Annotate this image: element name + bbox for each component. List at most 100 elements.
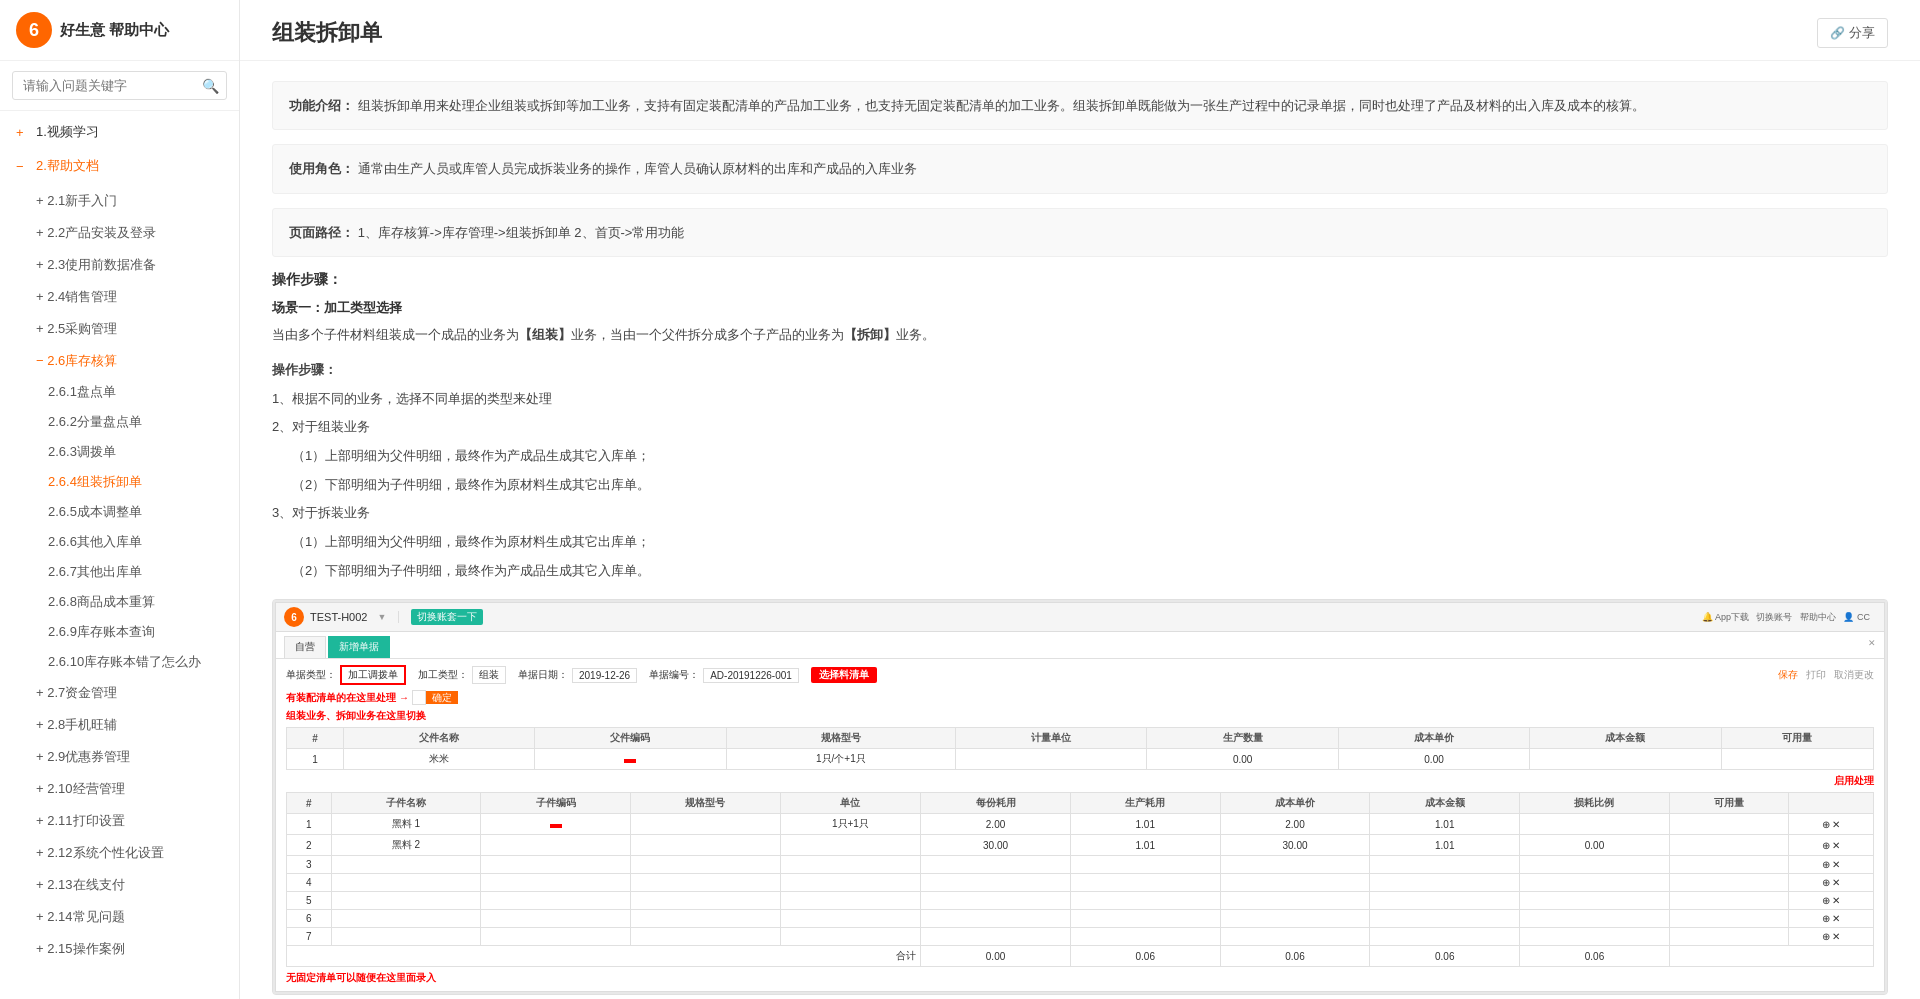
app-close-icon[interactable]: ✕ bbox=[1868, 632, 1876, 658]
nav-label: 2.5采购管理 bbox=[47, 321, 117, 336]
sidebar-sub-inventory: 2.6.1盘点单 2.6.2分量盘点单 2.6.3调拨单 2.6.4组装拆卸单 … bbox=[0, 377, 239, 677]
nav-section: + 1.视频学习 − 2.帮助文档 + 2.1新手入门 + 2.2产品安装及登录… bbox=[0, 111, 239, 971]
plus-icon: + bbox=[36, 321, 47, 336]
sidebar-item-sysconfig[interactable]: + 2.12系统个性化设置 bbox=[0, 837, 239, 869]
cancel-btn[interactable]: 取消更改 bbox=[1834, 668, 1874, 682]
print-btn[interactable]: 打印 bbox=[1806, 668, 1826, 682]
role-block: 使用角色： 通常由生产人员或库管人员完成拆装业务的操作，库管人员确认原材料的出库… bbox=[272, 144, 1888, 193]
nav-label: 2.9优惠券管理 bbox=[47, 749, 130, 764]
annotation-label-1: 有装配清单的在这里处理 bbox=[286, 692, 396, 703]
sidebar-item-stocktake[interactable]: 2.6.1盘点单 bbox=[0, 377, 239, 407]
col-seq: # bbox=[287, 728, 344, 749]
step3: 3、对于拆装业务 bbox=[272, 501, 1888, 526]
feature-intro-block: 功能介绍： 组装拆卸单用来处理企业组装或拆卸等加工业务，支持有固定装配清单的产品… bbox=[272, 81, 1888, 130]
sidebar-item-faq[interactable]: + 2.14常见问题 bbox=[0, 901, 239, 933]
billno-value: AD-20191226-001 bbox=[703, 668, 799, 683]
steps-list: 操作步骤： 1、根据不同的业务，选择不同单据的类型来处理 2、对于组装业务 （1… bbox=[272, 358, 1888, 584]
role-text: 通常由生产人员或库管人员完成拆装业务的操作，库管人员确认原材料的出库和产成品的入… bbox=[358, 161, 917, 176]
select-bom-badge[interactable]: 选择料清单 bbox=[811, 667, 877, 683]
sidebar-item-partial-stocktake[interactable]: 2.6.2分量盘点单 bbox=[0, 407, 239, 437]
date-value: 2019-12-26 bbox=[572, 668, 637, 683]
table-row: 2 黑料 2 30.00 1.01 30.00 1.01 0.00 bbox=[287, 835, 1874, 856]
path-label: 页面路径： bbox=[289, 225, 354, 240]
sidebar-item-docs[interactable]: − 2.帮助文档 bbox=[0, 149, 239, 183]
save-btn[interactable]: 保存 bbox=[1778, 668, 1798, 682]
app-nav-home[interactable]: 自营 bbox=[284, 636, 326, 658]
sidebar-item-cost-recalc[interactable]: 2.6.8商品成本重算 bbox=[0, 587, 239, 617]
sidebar-item-video[interactable]: + 1.视频学习 bbox=[0, 115, 239, 149]
sidebar-item-label: 2.帮助文档 bbox=[36, 157, 99, 175]
step2: 2、对于组装业务 bbox=[272, 415, 1888, 440]
sidebar-item-mobile[interactable]: + 2.8手机旺辅 bbox=[0, 709, 239, 741]
step2-sub1: （1）上部明细为父件明细，最终作为产成品生成其它入库单； bbox=[272, 444, 1888, 469]
sidebar-item-transfer[interactable]: 2.6.3调拨单 bbox=[0, 437, 239, 467]
plus-icon: + bbox=[36, 289, 47, 304]
app-table-parent: # 父件名称 父件编码 规格型号 计量单位 生产数量 成本单价 成本金额 可用量 bbox=[286, 727, 1874, 770]
share-icon: 🔗 bbox=[1830, 26, 1845, 40]
minus-icon: − bbox=[16, 159, 30, 174]
annotation-row1: 有装配清单的在这里处理 → 确定 bbox=[286, 691, 1874, 705]
search-icon[interactable]: 🔍 bbox=[202, 78, 219, 94]
nav-label: 2.7资金管理 bbox=[47, 685, 117, 700]
sidebar-item-other-in[interactable]: 2.6.6其他入库单 bbox=[0, 527, 239, 557]
app-nav-new[interactable]: 新增单据 bbox=[328, 636, 390, 658]
nav-label: 2.15操作案例 bbox=[47, 941, 124, 956]
plus-icon: + bbox=[36, 225, 47, 240]
sidebar-item-assembly[interactable]: 2.6.4组装拆卸单 bbox=[0, 467, 239, 497]
nav-label: 2.2产品安装及登录 bbox=[47, 225, 156, 240]
share-label: 分享 bbox=[1849, 24, 1875, 42]
bom-input[interactable] bbox=[412, 690, 426, 705]
col-avail: 可用量 bbox=[1721, 728, 1873, 749]
sidebar-item-inventory[interactable]: − 2.6库存核算 bbox=[0, 345, 239, 377]
sidebar-item-print[interactable]: + 2.11打印设置 bbox=[0, 805, 239, 837]
sidebar-item-purchase[interactable]: + 2.5采购管理 bbox=[0, 313, 239, 345]
col-child-name: 子件名称 bbox=[331, 793, 481, 814]
bill-type-value[interactable]: 加工调拨单 bbox=[340, 665, 406, 685]
table-row: 5⊕ ✕ bbox=[287, 892, 1874, 910]
sidebar-item-ledger-fix[interactable]: 2.6.10库存账本错了怎么办 bbox=[0, 647, 239, 677]
nav-label: 2.10经营管理 bbox=[47, 781, 124, 796]
col-loss: 损耗比例 bbox=[1520, 793, 1670, 814]
form-billtype: 单据类型： 加工调拨单 bbox=[286, 665, 406, 685]
col-unit2: 单位 bbox=[780, 793, 920, 814]
child-code-cell-1[interactable] bbox=[550, 824, 562, 828]
app-title: 好生意 帮助中心 bbox=[60, 21, 169, 40]
sidebar-item-management[interactable]: + 2.10经营管理 bbox=[0, 773, 239, 805]
col-seq2: # bbox=[287, 793, 332, 814]
sidebar-item-finance[interactable]: + 2.7资金管理 bbox=[0, 677, 239, 709]
table-row: 6⊕ ✕ bbox=[287, 910, 1874, 928]
sidebar-item-dataprep[interactable]: + 2.3使用前数据准备 bbox=[0, 249, 239, 281]
sidebar-item-sales[interactable]: + 2.4销售管理 bbox=[0, 281, 239, 313]
sidebar-item-other-out[interactable]: 2.6.7其他出库单 bbox=[0, 557, 239, 587]
parent-code-cell[interactable] bbox=[624, 759, 636, 763]
sidebar-item-cost-adjust[interactable]: 2.6.5成本调整单 bbox=[0, 497, 239, 527]
col-each-use: 每份耗用 bbox=[921, 793, 1071, 814]
sidebar-item-cases[interactable]: + 2.15操作案例 bbox=[0, 933, 239, 965]
share-button[interactable]: 🔗 分享 bbox=[1817, 18, 1888, 48]
add-type-label: 加工类型： bbox=[418, 668, 468, 682]
sidebar-sub-docs: + 2.1新手入门 + 2.2产品安装及登录 + 2.3使用前数据准备 + 2.… bbox=[0, 183, 239, 967]
form-date: 单据日期： 2019-12-26 bbox=[518, 668, 637, 683]
table-row: 3⊕ ✕ bbox=[287, 856, 1874, 874]
search-input[interactable] bbox=[12, 71, 227, 100]
nav-label: 2.3使用前数据准备 bbox=[47, 257, 156, 272]
sidebar-item-payment[interactable]: + 2.13在线支付 bbox=[0, 869, 239, 901]
add-type-value[interactable]: 组装 bbox=[472, 666, 506, 684]
sidebar-item-newuser[interactable]: + 2.1新手入门 bbox=[0, 185, 239, 217]
sidebar-item-ledger[interactable]: 2.6.9库存账本查询 bbox=[0, 617, 239, 647]
plus-icon: + bbox=[36, 781, 47, 796]
confirm-btn[interactable]: 确定 bbox=[426, 691, 458, 704]
sidebar-item-label: 1.视频学习 bbox=[36, 123, 99, 141]
main-content: 组装拆卸单 🔗 分享 功能介绍： 组装拆卸单用来处理企业组装或拆卸等加工业务，支… bbox=[240, 0, 1920, 999]
app-screenshot: 6 TEST-H002 ▼ 切换账套一下 🔔 App下载 切换账号 帮助中心 👤… bbox=[275, 602, 1885, 992]
col-parent-code: 父件编码 bbox=[535, 728, 726, 749]
search-container[interactable]: 🔍 bbox=[0, 61, 239, 111]
sidebar-item-install[interactable]: + 2.2产品安装及登录 bbox=[0, 217, 239, 249]
date-label: 单据日期： bbox=[518, 668, 568, 682]
topbar-switch-btn[interactable]: 切换账套一下 bbox=[411, 609, 483, 625]
col-parent-name: 父件名称 bbox=[343, 728, 534, 749]
sidebar-item-coupon[interactable]: + 2.9优惠券管理 bbox=[0, 741, 239, 773]
app-topbar: 6 TEST-H002 ▼ 切换账套一下 🔔 App下载 切换账号 帮助中心 👤… bbox=[276, 603, 1884, 632]
topbar-icons: 🔔 App下载 切换账号 帮助中心 👤 CC bbox=[1702, 611, 1870, 624]
form-addtype: 加工类型： 组装 bbox=[418, 666, 506, 684]
